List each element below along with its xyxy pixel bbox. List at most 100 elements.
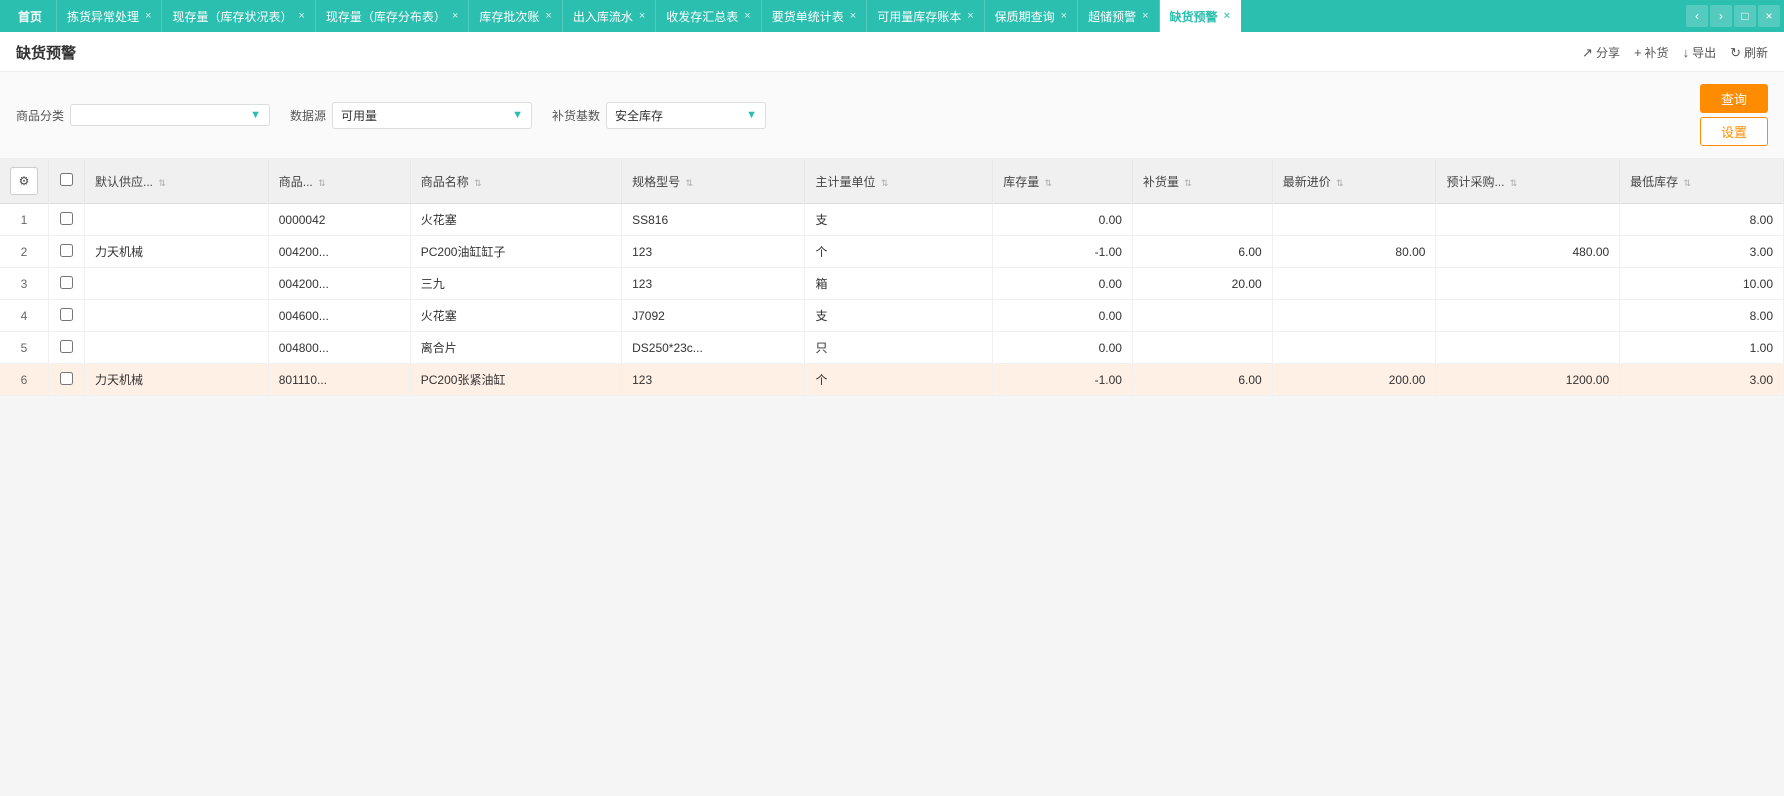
row-name-4: 火花塞 xyxy=(410,300,621,332)
datasource-value: 可用量 xyxy=(341,107,377,124)
share-icon: ↗ xyxy=(1582,45,1593,61)
query-button[interactable]: 查询 xyxy=(1700,84,1768,113)
settings-button[interactable]: 设置 xyxy=(1700,117,1768,146)
sort-supplier-icon: ⇅ xyxy=(158,178,166,188)
row-checkbox-1[interactable] xyxy=(49,204,85,236)
export-icon: ↓ xyxy=(1683,45,1690,60)
tab-order-stats[interactable]: 要货单统计表× xyxy=(762,0,867,32)
col-gear[interactable]: ⚙ xyxy=(0,159,49,204)
col-goods-code[interactable]: 商品... ⇅ xyxy=(268,159,410,204)
table-row[interactable]: 2 力天机械 004200... PC200油缸缸子 123 个 -1.00 6… xyxy=(0,236,1784,268)
row-code-2: 004200... xyxy=(268,236,410,268)
row-check-3[interactable] xyxy=(60,276,73,289)
table-row[interactable]: 1 0000042 火花塞 SS816 支 0.00 8.00 xyxy=(0,204,1784,236)
tab-close-icon-order-stats[interactable]: × xyxy=(850,10,856,22)
category-chevron-icon: ▼ xyxy=(250,109,261,121)
col-unit[interactable]: 主计量单位 ⇅ xyxy=(805,159,993,204)
tab-collect-summary[interactable]: 收发存汇总表× xyxy=(656,0,761,32)
col-goods-name[interactable]: 商品名称 ⇅ xyxy=(410,159,621,204)
row-spec-6: 123 xyxy=(622,364,805,396)
tab-inout-flow[interactable]: 出入库流水× xyxy=(563,0,656,32)
row-name-5: 离合片 xyxy=(410,332,621,364)
share-action[interactable]: ↗ 分享 xyxy=(1582,44,1620,61)
refresh-action[interactable]: ↻ 刷新 xyxy=(1730,44,1768,61)
sort-price-icon: ⇅ xyxy=(1336,178,1344,188)
row-supplier-2: 力天机械 xyxy=(85,236,269,268)
row-supplier-5 xyxy=(85,332,269,364)
restore-window-button[interactable]: □ xyxy=(1734,5,1756,27)
col-spec-model[interactable]: 规格型号 ⇅ xyxy=(622,159,805,204)
row-supplier-4 xyxy=(85,300,269,332)
col-estimated-purchase[interactable]: 预计采购... ⇅ xyxy=(1436,159,1620,204)
row-check-6[interactable] xyxy=(60,372,73,385)
row-checkbox-2[interactable] xyxy=(49,236,85,268)
tab-close-icon-shortage[interactable]: × xyxy=(1224,10,1230,22)
tab-close-icon-stock-status[interactable]: × xyxy=(298,10,304,22)
tab-bar: 首页拣货异常处理×现存量（库存状况表）×现存量（库存分布表）×库存批次账×出入库… xyxy=(0,0,1784,32)
tab-batch[interactable]: 库存批次账× xyxy=(469,0,562,32)
datasource-select[interactable]: 可用量 ▼ xyxy=(332,102,532,129)
col-min-stock[interactable]: 最低库存 ⇅ xyxy=(1620,159,1784,204)
col-latest-price[interactable]: 最新进价 ⇅ xyxy=(1272,159,1436,204)
sort-unit-icon: ⇅ xyxy=(881,178,889,188)
tab-shortage[interactable]: 缺货预警× xyxy=(1160,0,1241,32)
row-num-6: 6 xyxy=(0,364,49,396)
replenish-action[interactable]: + 补货 xyxy=(1634,44,1669,61)
row-check-2[interactable] xyxy=(60,244,73,257)
tab-close-icon-inout-flow[interactable]: × xyxy=(639,10,645,22)
table-row[interactable]: 6 力天机械 801110... PC200张紧油缸 123 个 -1.00 6… xyxy=(0,364,1784,396)
tab-exception[interactable]: 拣货异常处理× xyxy=(57,0,162,32)
replenish-base-select[interactable]: 安全库存 ▼ xyxy=(606,102,766,129)
export-action[interactable]: ↓ 导出 xyxy=(1683,44,1717,61)
row-price-6: 200.00 xyxy=(1272,364,1436,396)
next-tab-button[interactable]: › xyxy=(1710,5,1732,27)
tab-home[interactable]: 首页 xyxy=(4,0,57,32)
row-replenish-1 xyxy=(1132,204,1272,236)
replenish-base-chevron-icon: ▼ xyxy=(746,109,757,121)
row-stock-1: 0.00 xyxy=(993,204,1133,236)
tab-close-icon-stock-dist[interactable]: × xyxy=(452,10,458,22)
gear-icon[interactable]: ⚙ xyxy=(10,167,38,195)
table-row[interactable]: 4 004600... 火花塞 J7092 支 0.00 8.00 xyxy=(0,300,1784,332)
row-check-4[interactable] xyxy=(60,308,73,321)
tab-close-icon-overstock[interactable]: × xyxy=(1142,10,1148,22)
row-unit-3: 箱 xyxy=(805,268,993,300)
table-row[interactable]: 3 004200... 三九 123 箱 0.00 20.00 10.00 xyxy=(0,268,1784,300)
replenish-base-label: 补货基数 xyxy=(552,107,600,124)
tab-available-ledger[interactable]: 可用量库存账本× xyxy=(867,0,984,32)
table-row[interactable]: 5 004800... 离合片 DS250*23c... 只 0.00 1.00 xyxy=(0,332,1784,364)
row-check-5[interactable] xyxy=(60,340,73,353)
tab-overstock[interactable]: 超储预警× xyxy=(1078,0,1159,32)
col-checkbox xyxy=(49,159,85,204)
tab-close-icon-batch[interactable]: × xyxy=(545,10,551,22)
row-estimated-1 xyxy=(1436,204,1620,236)
tab-stock-status[interactable]: 现存量（库存状况表）× xyxy=(162,0,315,32)
row-code-5: 004800... xyxy=(268,332,410,364)
row-code-6: 801110... xyxy=(268,364,410,396)
row-checkbox-4[interactable] xyxy=(49,300,85,332)
row-supplier-1 xyxy=(85,204,269,236)
row-check-1[interactable] xyxy=(60,212,73,225)
tab-close-icon-exception[interactable]: × xyxy=(145,10,151,22)
select-all-checkbox[interactable] xyxy=(60,173,73,186)
tab-close-icon-expiry[interactable]: × xyxy=(1061,10,1067,22)
row-stock-5: 0.00 xyxy=(993,332,1133,364)
datasource-filter-group: 数据源 可用量 ▼ xyxy=(290,102,532,129)
col-stock-qty[interactable]: 库存量 ⇅ xyxy=(993,159,1133,204)
tab-expiry[interactable]: 保质期查询× xyxy=(985,0,1078,32)
col-replenish-qty[interactable]: 补货量 ⇅ xyxy=(1132,159,1272,204)
row-code-3: 004200... xyxy=(268,268,410,300)
close-window-button[interactable]: × xyxy=(1758,5,1780,27)
tab-close-icon-collect-summary[interactable]: × xyxy=(744,10,750,22)
row-checkbox-5[interactable] xyxy=(49,332,85,364)
prev-tab-button[interactable]: ‹ xyxy=(1686,5,1708,27)
col-default-supplier[interactable]: 默认供应... ⇅ xyxy=(85,159,269,204)
tab-stock-dist[interactable]: 现存量（库存分布表）× xyxy=(316,0,469,32)
filter-actions: 查询 设置 xyxy=(1700,84,1768,146)
row-checkbox-3[interactable] xyxy=(49,268,85,300)
row-minstock-6: 3.00 xyxy=(1620,364,1784,396)
category-select[interactable]: ▼ xyxy=(70,104,270,126)
tab-close-icon-available-ledger[interactable]: × xyxy=(967,10,973,22)
row-checkbox-6[interactable] xyxy=(49,364,85,396)
row-num-3: 3 xyxy=(0,268,49,300)
